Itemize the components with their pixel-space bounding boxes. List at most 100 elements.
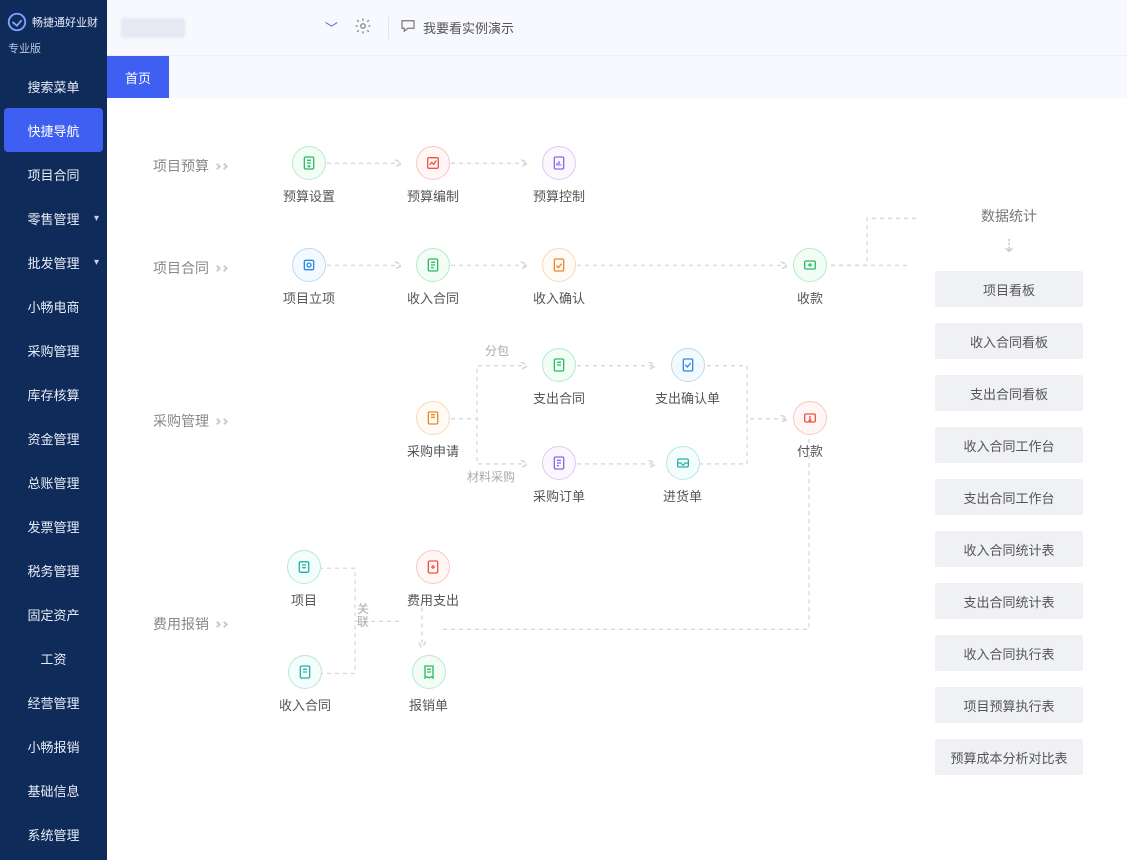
arrow-icon xyxy=(215,164,227,169)
row-label-contract: 项目合同 xyxy=(153,258,227,278)
node-expense-confirm[interactable]: 支出确认单 xyxy=(655,348,720,407)
node-fee-expense[interactable]: 费用支出 xyxy=(407,550,459,609)
sidebar-item-label: 批发管理 xyxy=(27,253,79,272)
inbox-icon xyxy=(666,446,700,480)
node-income-confirm[interactable]: 收入确认 xyxy=(533,248,585,307)
stats-button-8[interactable]: 项目预算执行表 xyxy=(935,687,1083,723)
row-label-purchase: 采购管理 xyxy=(153,411,227,431)
node-project[interactable]: 项目 xyxy=(287,550,321,609)
brand-logo-icon xyxy=(6,11,28,33)
report-icon xyxy=(542,146,576,180)
sidebar-item-6[interactable]: 采购管理 xyxy=(0,328,107,372)
node-budget-edit[interactable]: 预算编制 xyxy=(407,146,459,205)
node-goods-in[interactable]: 进货单 xyxy=(663,446,702,505)
sidebar-item-11[interactable]: 税务管理 xyxy=(0,548,107,592)
sidebar-item-label: 采购管理 xyxy=(27,341,79,360)
sidebar-item-label: 库存核算 xyxy=(27,385,79,404)
stats-button-2[interactable]: 支出合同看板 xyxy=(935,375,1083,411)
stats-button-1[interactable]: 收入合同看板 xyxy=(935,323,1083,359)
node-purchase-order[interactable]: 采购订单 xyxy=(533,446,585,505)
row-label-reimburse: 费用报销 xyxy=(153,614,227,634)
sidebar-item-9[interactable]: 总账管理 xyxy=(0,460,107,504)
sidebar-item-8[interactable]: 资金管理 xyxy=(0,416,107,460)
sidebar-item-label: 固定资产 xyxy=(27,605,79,624)
tabs: 首页 xyxy=(107,56,1127,98)
sidebar-item-label: 小畅电商 xyxy=(27,297,79,316)
sidebar-item-label: 发票管理 xyxy=(27,517,79,536)
stamp-icon xyxy=(292,248,326,282)
brand-name: 畅捷通好业财 xyxy=(32,14,98,30)
arrow-icon xyxy=(215,622,227,627)
order-icon xyxy=(542,446,576,480)
sidebar-item-10[interactable]: 发票管理 xyxy=(0,504,107,548)
org-selector[interactable]: ﹀ xyxy=(121,18,338,38)
brand-block: 畅捷通好业财 xyxy=(0,0,107,40)
sidebar-item-0[interactable]: 搜索菜单 xyxy=(0,64,107,108)
node-income-contract-2[interactable]: 收入合同 xyxy=(279,655,331,714)
tab-home[interactable]: 首页 xyxy=(107,56,169,98)
separator xyxy=(388,17,389,39)
sidebar: 畅捷通好业财 专业版 搜索菜单快捷导航项目合同零售管理▾批发管理▾ 小畅电商采购管… xyxy=(0,0,107,860)
doc-plus-icon xyxy=(292,146,326,180)
doc-check-icon xyxy=(542,248,576,282)
brand-edition: 专业版 xyxy=(0,40,107,64)
sidebar-item-label: 总账管理 xyxy=(27,473,79,492)
hint-related: 关 联 xyxy=(357,603,369,629)
sidebar-item-1[interactable]: 快捷导航 xyxy=(4,108,103,152)
sidebar-item-label: 快捷导航 xyxy=(27,121,79,140)
stats-button-7[interactable]: 收入合同执行表 xyxy=(935,635,1083,671)
contract-icon xyxy=(416,248,450,282)
expense-icon xyxy=(416,550,450,584)
sidebar-item-4[interactable]: 批发管理▾ xyxy=(0,240,107,284)
topbar: ﹀ 我要看实例演示 xyxy=(107,0,1127,56)
sidebar-item-label: 税务管理 xyxy=(27,561,79,580)
hint-material: 材料采购 xyxy=(467,468,515,485)
stats-button-0[interactable]: 项目看板 xyxy=(935,271,1083,307)
demo-link[interactable]: 我要看实例演示 xyxy=(399,17,514,38)
sidebar-item-7[interactable]: 库存核算 xyxy=(0,372,107,416)
chevron-down-icon: ﹀ xyxy=(325,18,338,37)
sidebar-item-label: 资金管理 xyxy=(27,429,79,448)
stats-button-9[interactable]: 预算成本分析对比表 xyxy=(935,739,1083,775)
gear-icon[interactable] xyxy=(348,17,378,38)
node-purchase-request[interactable]: 采购申请 xyxy=(407,401,459,460)
node-project-approval[interactable]: 项目立项 xyxy=(283,248,335,307)
sidebar-item-14[interactable]: 经营管理 xyxy=(0,680,107,724)
money-out-icon xyxy=(793,401,827,435)
node-reimburse[interactable]: 报销单 xyxy=(409,655,448,714)
sidebar-item-12[interactable]: 固定资产 xyxy=(0,592,107,636)
node-budget-setup[interactable]: 预算设置 xyxy=(283,146,335,205)
stats-button-4[interactable]: 支出合同工作台 xyxy=(935,479,1083,515)
node-income-contract[interactable]: 收入合同 xyxy=(407,248,459,307)
money-in-icon xyxy=(793,248,827,282)
node-payment[interactable]: 付款 xyxy=(793,401,827,460)
sidebar-item-5[interactable]: 小畅电商 xyxy=(0,284,107,328)
sidebar-item-label: 工资 xyxy=(40,649,66,668)
flow-canvas: 项目预算 项目合同 采购管理 费用报销 预算设置 预算编 xyxy=(107,98,1127,860)
stats-button-6[interactable]: 支出合同统计表 xyxy=(935,583,1083,619)
sidebar-item-label: 搜索菜单 xyxy=(27,77,79,96)
arrow-down-icon: ⇣ xyxy=(1001,236,1016,257)
doc-confirm-icon xyxy=(671,348,705,382)
org-name-blurred xyxy=(121,18,185,38)
node-expense-contract[interactable]: 支出合同 xyxy=(533,348,585,407)
receipt-icon xyxy=(412,655,446,689)
sidebar-item-16[interactable]: 基础信息 xyxy=(0,768,107,812)
sidebar-item-2[interactable]: 项目合同 xyxy=(0,152,107,196)
sidebar-item-17[interactable]: 系统管理 xyxy=(0,812,107,856)
sidebar-item-13[interactable]: 工资 xyxy=(0,636,107,680)
stats-title: 数据统计 xyxy=(981,206,1037,226)
sidebar-item-15[interactable]: 小畅报销 xyxy=(0,724,107,768)
sidebar-item-3[interactable]: 零售管理▾ xyxy=(0,196,107,240)
arrow-icon xyxy=(215,419,227,424)
stats-button-5[interactable]: 收入合同统计表 xyxy=(935,531,1083,567)
contract-out-icon xyxy=(542,348,576,382)
stats-button-3[interactable]: 收入合同工作台 xyxy=(935,427,1083,463)
node-receipt[interactable]: 收款 xyxy=(793,248,827,307)
node-budget-control[interactable]: 预算控制 xyxy=(533,146,585,205)
request-icon xyxy=(416,401,450,435)
sidebar-item-label: 经营管理 xyxy=(27,693,79,712)
project-icon xyxy=(287,550,321,584)
sidebar-item-label: 系统管理 xyxy=(27,825,79,844)
arrow-icon xyxy=(215,266,227,271)
